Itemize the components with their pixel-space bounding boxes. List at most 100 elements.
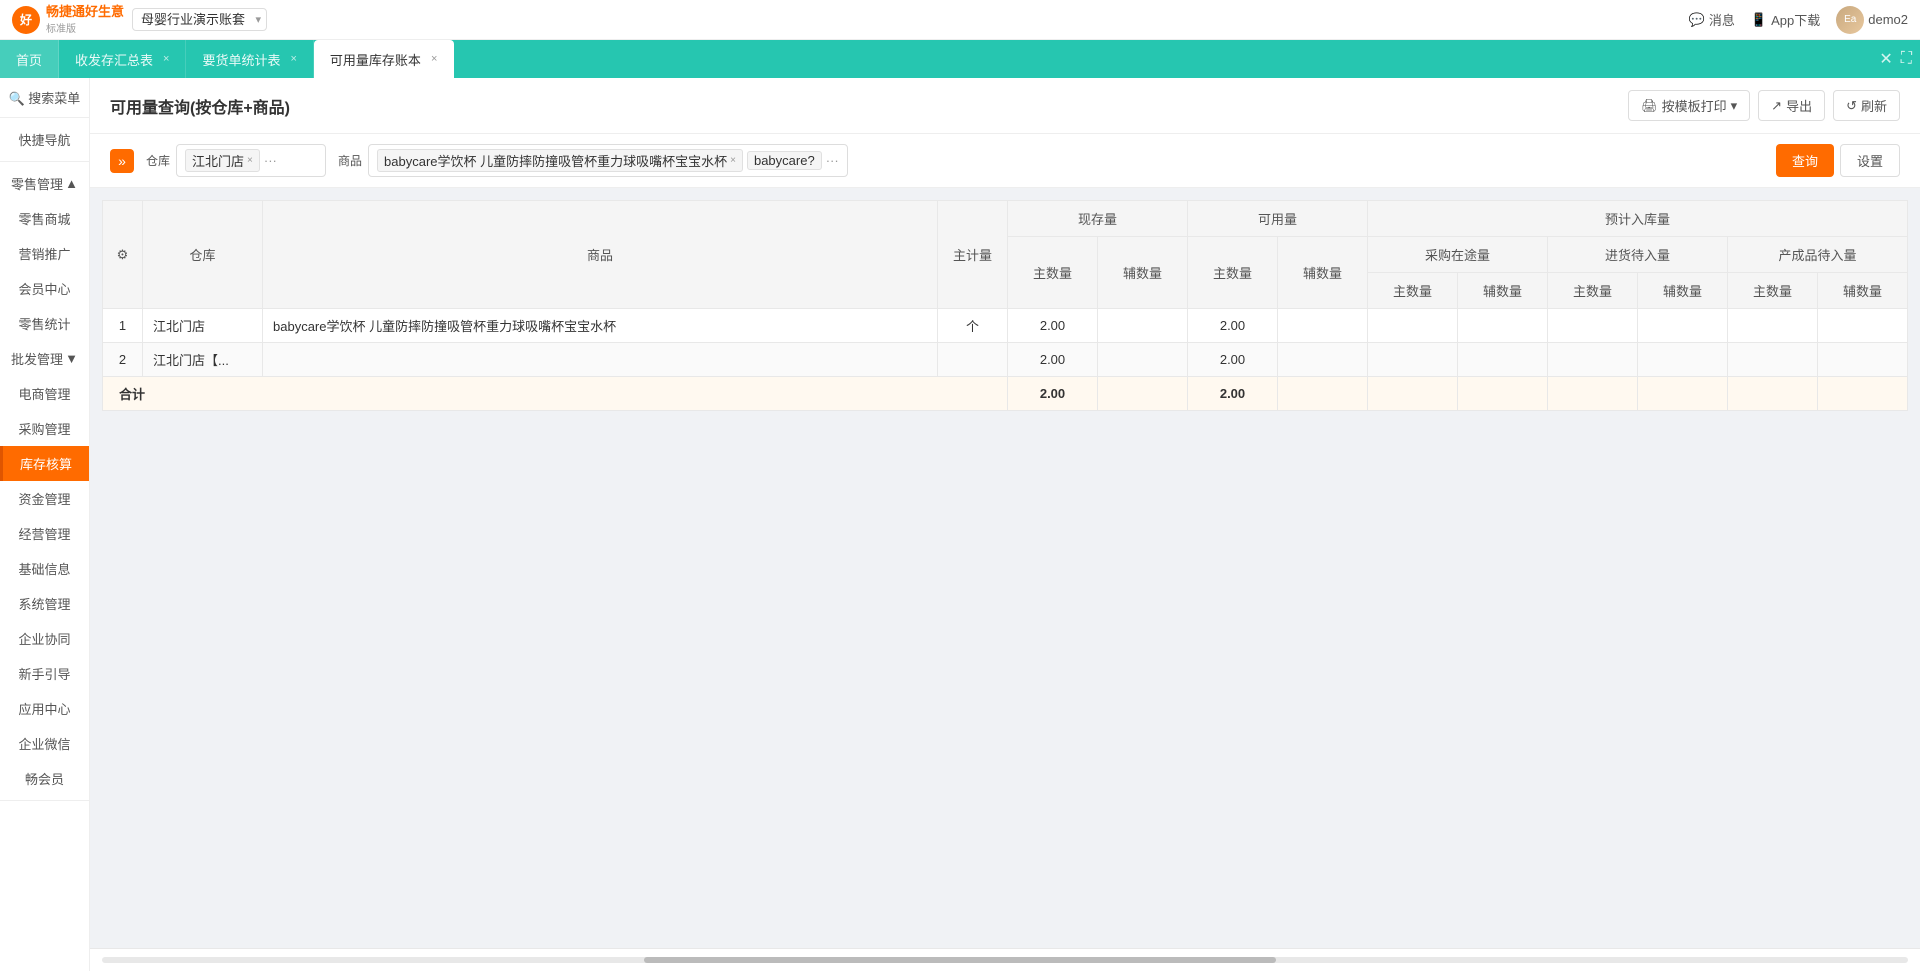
filter-expand-btn[interactable]: » [110,149,134,173]
tab-available-stock[interactable]: 可用量库存账本 × [314,40,454,78]
table-row: 2 江北门店【... 2.00 2.00 [103,343,1908,377]
app-icon: 📱 [1751,12,1767,28]
sidebar-inventory-label: 库存核算 [20,454,72,473]
th-production-pending-label: 产成品待入量 [1778,248,1856,263]
th-available-label: 可用量 [1258,212,1297,227]
sidebar-item-operations[interactable]: 经营管理 [0,516,89,551]
th-warehouse: 仓库 [143,201,263,309]
sidebar-item-wholesale-mgmt[interactable]: 批发管理 ▼ [0,341,89,376]
th-unit-label: 主计量 [953,248,992,263]
product-dots[interactable]: ··· [826,153,839,168]
tab-order-stats-close[interactable]: × [290,53,296,65]
th-avail-main-label: 主数量 [1213,266,1252,281]
sidebar-retail-stats-label: 零售统计 [18,314,70,333]
th-purchase-aux: 辅数量 [1458,273,1548,309]
sidebar-item-newbie[interactable]: 新手引导 [0,656,89,691]
warehouse-filter-label: 仓库 [146,152,170,169]
product-tag-1[interactable]: babycare学饮杯 儿童防摔防撞吸管杯重力球吸嘴杯宝宝水杯 × [377,149,743,172]
warehouse-filter-input[interactable]: 江北门店 × ··· [176,144,326,177]
message-icon: 💬 [1689,12,1705,28]
tab-home[interactable]: 首页 [0,40,59,78]
settings-icon[interactable]: ⚙ [117,247,129,262]
message-btn[interactable]: 💬 消息 [1689,10,1735,29]
sidebar-wholesale-mgmt-label: 批发管理 [11,349,63,368]
product-tag-1-remove[interactable]: × [730,155,736,166]
sidebar-search[interactable]: 🔍 搜索菜单 [0,78,89,118]
top-bar-right: 💬 消息 📱 App下载 Ea demo2 [1689,6,1908,34]
cell-unit-1: 个 [938,309,1008,343]
scrollbar-thumb[interactable] [644,957,1276,963]
export-icon: ↗ [1771,98,1782,114]
sidebar-item-retail-mgmt[interactable]: 零售管理 ▲ [0,166,89,201]
sidebar-item-retail-stats[interactable]: 零售统计 [0,306,89,341]
th-product-label: 商品 [587,248,613,263]
tab-order-stats-label: 要货单统计表 [202,50,280,69]
cell-purchase-main-2 [1368,343,1458,377]
app-download-btn[interactable]: 📱 App下载 [1751,10,1820,29]
warehouse-dots[interactable]: ··· [264,153,277,168]
th-purchase-main: 主数量 [1368,273,1458,309]
tab-receivable[interactable]: 收发存汇总表 × [59,40,186,78]
total-production-main [1728,377,1818,411]
cell-warehouse-1: 江北门店 [143,309,263,343]
tab-available-stock-label: 可用量库存账本 [330,50,421,69]
th-settings[interactable]: ⚙ [103,201,143,309]
product-filter-input[interactable]: babycare学饮杯 儿童防摔防撞吸管杯重力球吸嘴杯宝宝水杯 × babyca… [368,144,848,177]
th-production-main: 主数量 [1728,273,1818,309]
cell-incoming-main-2 [1548,343,1638,377]
product-tag-2[interactable]: babycare? [747,151,822,170]
th-production-aux: 辅数量 [1818,273,1908,309]
refresh-label: 刷新 [1861,96,1887,115]
sidebar-item-ecommerce[interactable]: 电商管理 [0,376,89,411]
cell-unit-2 [938,343,1008,377]
cell-product-1: babycare学饮杯 儿童防摔防撞吸管杯重力球吸嘴杯宝宝水杯 [263,309,938,343]
user-avatar-btn[interactable]: Ea demo2 [1836,6,1908,34]
cell-production-main-2 [1728,343,1818,377]
setting-btn[interactable]: 设置 [1840,144,1900,177]
refresh-btn[interactable]: ↺ 刷新 [1833,90,1900,121]
close-all-icon[interactable]: ✕ [1879,49,1892,69]
tab-order-stats[interactable]: 要货单统计表 × [186,40,313,78]
sidebar-nav: 零售管理 ▲ 零售商城 营销推广 会员中心 零售统计 批发管理 ▼ 电商管理 [0,162,89,801]
sidebar-item-purchase[interactable]: 采购管理 [0,411,89,446]
sidebar-item-system[interactable]: 系统管理 [0,586,89,621]
horizontal-scrollbar[interactable] [102,957,1908,963]
sidebar-member-center-label: 会员中心 [18,279,70,298]
sidebar-item-app-center[interactable]: 应用中心 [0,691,89,726]
sidebar-app-center-label: 应用中心 [18,699,70,718]
cell-purchase-aux-1 [1458,309,1548,343]
sidebar-retail-mall-label: 零售商城 [18,209,70,228]
query-btn[interactable]: 查询 [1776,144,1834,177]
sidebar-basic-info-label: 基础信息 [18,559,70,578]
cell-product-2 [263,343,938,377]
tab-available-stock-close[interactable]: × [431,53,437,65]
th-warehouse-label: 仓库 [189,248,215,263]
print-template-btn[interactable]: 🖨 按模板打印 ▾ [1628,90,1750,121]
sidebar-item-enterprise[interactable]: 企业协同 [0,621,89,656]
demo-select-wrap[interactable]: 母婴行业演示账套 [132,8,267,31]
export-btn[interactable]: ↗ 导出 [1758,90,1825,121]
total-row: 合计 2.00 2.00 [103,377,1908,411]
sidebar-item-member-center[interactable]: 会员中心 [0,271,89,306]
cell-avail-main-1: 2.00 [1188,309,1278,343]
sidebar-item-retail-mall[interactable]: 零售商城 [0,201,89,236]
sidebar-item-quick-nav[interactable]: 快捷导航 [0,122,89,157]
tab-receivable-close[interactable]: × [163,53,169,65]
sidebar-item-marketing[interactable]: 营销推广 [0,236,89,271]
th-avail-aux: 辅数量 [1278,237,1368,309]
content-area: 可用量查询(按仓库+商品) 🖨 按模板打印 ▾ ↗ 导出 ↺ 刷新 » [90,78,1920,971]
fullscreen-icon[interactable]: ⛶ [1901,50,1912,68]
warehouse-tag-1-remove[interactable]: × [247,155,253,166]
sidebar-retail-mgmt-label: 零售管理 [11,174,63,193]
sidebar-item-finance[interactable]: 资金管理 [0,481,89,516]
demo-select[interactable]: 母婴行业演示账套 [132,8,267,31]
warehouse-tag-1[interactable]: 江北门店 × [185,149,260,172]
top-bar-left: 好 畅捷通好生意 标准版 母婴行业演示账套 [12,4,267,35]
th-avail-aux-label: 辅数量 [1303,266,1342,281]
cell-avail-main-2: 2.00 [1188,343,1278,377]
sidebar-item-enterprise-wechat[interactable]: 企业微信 [0,726,89,761]
logo-text: 畅捷通好生意 [46,4,124,20]
sidebar-item-inventory[interactable]: 库存核算 [0,446,89,481]
sidebar-item-member-vip[interactable]: 畅会员 [0,761,89,796]
sidebar-item-basic-info[interactable]: 基础信息 [0,551,89,586]
